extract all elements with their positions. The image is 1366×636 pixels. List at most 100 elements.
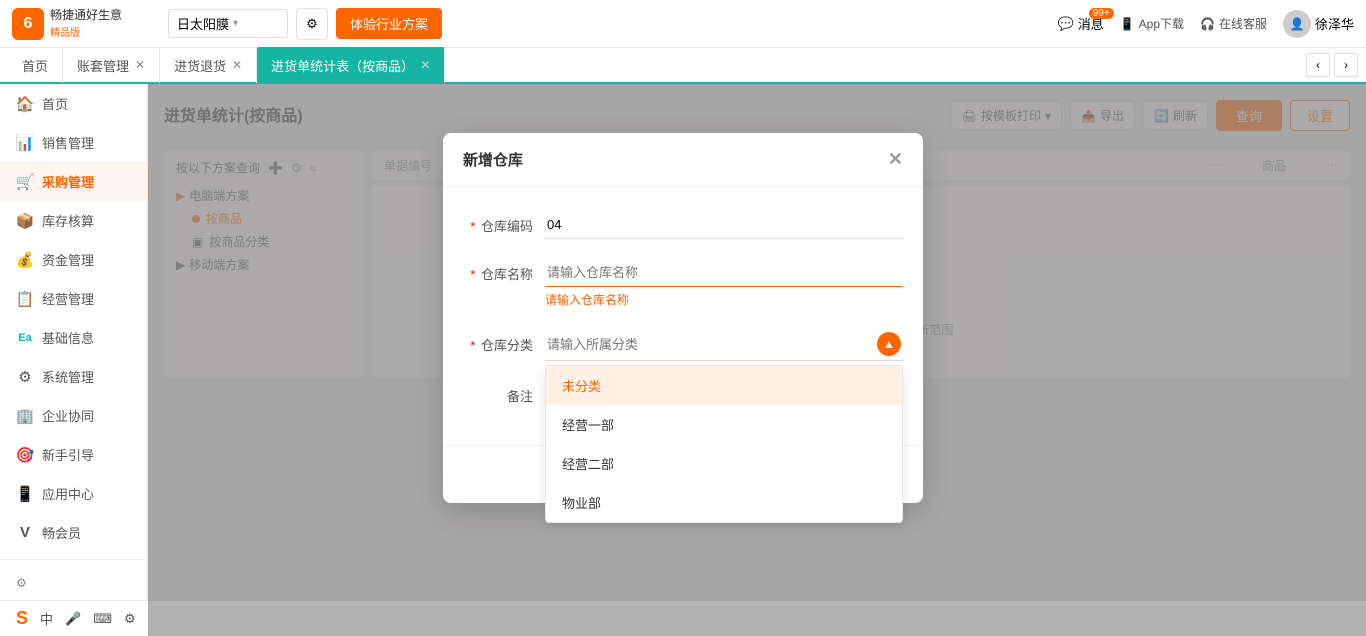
sidebar-label-home: 首页 <box>42 94 68 113</box>
sidebar-item-sales[interactable]: 📊 销售管理 <box>0 123 147 162</box>
tab-purchase-stats[interactable]: 进货单统计表（按商品） ✕ <box>257 47 445 83</box>
modal-close-button[interactable]: ✕ <box>888 149 903 170</box>
tab-home[interactable]: 首页 <box>8 47 63 83</box>
online-service-label: 在线客服 <box>1219 15 1267 32</box>
notification-area[interactable]: 💬 消息 99+ <box>1058 14 1104 33</box>
status-icon-mic: 🎤 <box>65 611 81 627</box>
avatar: 👤 <box>1283 10 1311 38</box>
sidebar-item-system[interactable]: ⚙ 系统管理 <box>0 357 147 396</box>
content-area: 进货单统计(按商品) 🖨 按模板打印 ▾ 📤 导出 🔄 刷新 <box>148 84 1366 636</box>
dropdown-item-dept3[interactable]: 物业部 <box>546 483 902 522</box>
tab-purchase-return[interactable]: 进货退货 ✕ <box>160 47 257 83</box>
sidebar-label-appstore: 应用中心 <box>42 484 94 503</box>
sidebar-item-operations[interactable]: 📋 经营管理 <box>0 279 147 318</box>
enterprise-icon: 🏢 <box>16 407 34 425</box>
category-dropdown: 未分类 经营一部 经营二部 物业部 <box>545 365 903 523</box>
required-star-category: * <box>470 338 475 353</box>
sales-icon: 📊 <box>16 134 34 152</box>
sidebar-settings-button[interactable]: ⚙ <box>0 568 147 598</box>
tab-prev-button[interactable]: ‹ <box>1306 53 1330 77</box>
sidebar-item-vip[interactable]: V 畅会员 <box>0 513 147 552</box>
logo-sub: 精品版 <box>50 24 122 39</box>
name-input[interactable] <box>545 259 903 287</box>
gear-button[interactable]: ⚙ <box>296 8 328 40</box>
sidebar-label-operations: 经营管理 <box>42 289 94 308</box>
sidebar: 🏠 首页 📊 销售管理 🛒 采购管理 📦 库存核算 💰 资金管理 📋 经营管理 … <box>0 84 148 636</box>
sidebar-item-appstore[interactable]: 📱 应用中心 <box>0 474 147 513</box>
logo-icon: 6 <box>12 8 44 40</box>
status-icon-settings: ⚙ <box>124 611 136 627</box>
sidebar-label-system: 系统管理 <box>42 367 94 386</box>
status-icon-s: S <box>16 608 28 629</box>
sidebar-item-inventory[interactable]: 📦 库存核算 <box>0 201 147 240</box>
message-icon: 💬 <box>1058 16 1074 32</box>
tab-bar: 首页 账套管理 ✕ 进货退货 ✕ 进货单统计表（按商品） ✕ ‹ › <box>0 48 1366 84</box>
dropdown-item-unclassified[interactable]: 未分类 <box>546 366 902 405</box>
tab-account-close[interactable]: ✕ <box>135 58 145 72</box>
sidebar-label-vip: 畅会员 <box>42 523 81 542</box>
notification-badge: 99+ <box>1089 8 1114 19</box>
tab-account[interactable]: 账套管理 ✕ <box>63 47 160 83</box>
name-label: * 仓库名称 <box>463 264 533 283</box>
code-label: * 仓库编码 <box>463 216 533 235</box>
purchase-icon: 🛒 <box>16 173 34 191</box>
sidebar-label-enterprise: 企业协同 <box>42 406 94 425</box>
chevron-down-icon: ▾ <box>233 18 238 29</box>
notes-label: 备注 <box>463 386 533 405</box>
app-download-area[interactable]: 📱 App下载 <box>1120 15 1184 32</box>
form-row-code: * 仓库编码 <box>463 211 903 239</box>
required-star-code: * <box>470 219 475 234</box>
sidebar-item-newbie[interactable]: 🎯 新手引导 <box>0 435 147 474</box>
user-area[interactable]: 👤 徐泽华 <box>1283 10 1354 38</box>
required-star-name: * <box>470 267 475 282</box>
category-input[interactable] <box>547 337 877 352</box>
tab-account-label: 账套管理 <box>77 56 129 75</box>
system-icon: ⚙ <box>16 368 34 386</box>
code-input[interactable] <box>545 211 903 239</box>
form-row-category: * 仓库分类 ▲ 未分类 经营一部 经 <box>463 328 903 361</box>
sidebar-item-purchase[interactable]: 🛒 采购管理 <box>0 162 147 201</box>
operations-icon: 📋 <box>16 290 34 308</box>
try-industry-button[interactable]: 体验行业方案 <box>336 8 442 39</box>
modal-body: * 仓库编码 * 仓库名称 <box>443 187 923 445</box>
top-header: 6 畅捷通好生意 精品版 日太阳膜 ▾ ⚙ 体验行业方案 💬 消息 99+ 📱 … <box>0 0 1366 48</box>
tab-purchase-return-label: 进货退货 <box>174 56 226 75</box>
modal-new-warehouse: 新增仓库 ✕ * 仓库编码 <box>443 133 923 503</box>
basics-icon: Ea <box>16 329 34 347</box>
tab-purchase-return-close[interactable]: ✕ <box>232 58 242 72</box>
dropdown-item-dept1[interactable]: 经营一部 <box>546 405 902 444</box>
store-selector[interactable]: 日太阳膜 ▾ <box>168 9 288 38</box>
sidebar-label-finance: 资金管理 <box>42 250 94 269</box>
status-icon-cn: 中 <box>40 609 53 628</box>
tab-next-button[interactable]: › <box>1334 53 1358 77</box>
online-service-area[interactable]: 🎧 在线客服 <box>1200 15 1267 32</box>
headset-icon: 🎧 <box>1200 17 1215 31</box>
tab-controls: ‹ › <box>1306 53 1358 77</box>
modal-overlay: 新增仓库 ✕ * 仓库编码 <box>148 84 1366 636</box>
main-layout: 🏠 首页 📊 销售管理 🛒 采购管理 📦 库存核算 💰 资金管理 📋 经营管理 … <box>0 84 1366 636</box>
status-icon-keyboard: ⌨ <box>93 611 112 627</box>
inventory-icon: 📦 <box>16 212 34 230</box>
sidebar-label-purchase: 采购管理 <box>42 172 94 191</box>
sidebar-item-home[interactable]: 🏠 首页 <box>0 84 147 123</box>
sidebar-item-enterprise[interactable]: 🏢 企业协同 <box>0 396 147 435</box>
tab-purchase-stats-label: 进货单统计表（按商品） <box>271 56 414 75</box>
mobile-icon: 📱 <box>1120 17 1135 31</box>
form-row-name: * 仓库名称 请输入仓库名称 <box>463 259 903 308</box>
sidebar-item-finance[interactable]: 💰 资金管理 <box>0 240 147 279</box>
appstore-icon: 📱 <box>16 485 34 503</box>
sidebar-item-basics[interactable]: Ea 基础信息 <box>0 318 147 357</box>
logo-area: 6 畅捷通好生意 精品版 <box>12 8 160 40</box>
sidebar-label-inventory: 库存核算 <box>42 211 94 230</box>
sidebar-label-newbie: 新手引导 <box>42 445 94 464</box>
tab-purchase-stats-close[interactable]: ✕ <box>420 58 430 72</box>
gear-icon: ⚙ <box>306 16 318 32</box>
dropdown-item-dept2[interactable]: 经营二部 <box>546 444 902 483</box>
category-label: * 仓库分类 <box>463 335 533 354</box>
modal-header: 新增仓库 ✕ <box>443 133 923 187</box>
category-field: ▲ 未分类 经营一部 经营二部 物业部 <box>545 328 903 361</box>
home-icon: 🏠 <box>16 95 34 113</box>
category-arrow-button[interactable]: ▲ <box>877 332 901 356</box>
name-error-hint: 请输入仓库名称 <box>545 291 629 308</box>
sidebar-label-sales: 销售管理 <box>42 133 94 152</box>
